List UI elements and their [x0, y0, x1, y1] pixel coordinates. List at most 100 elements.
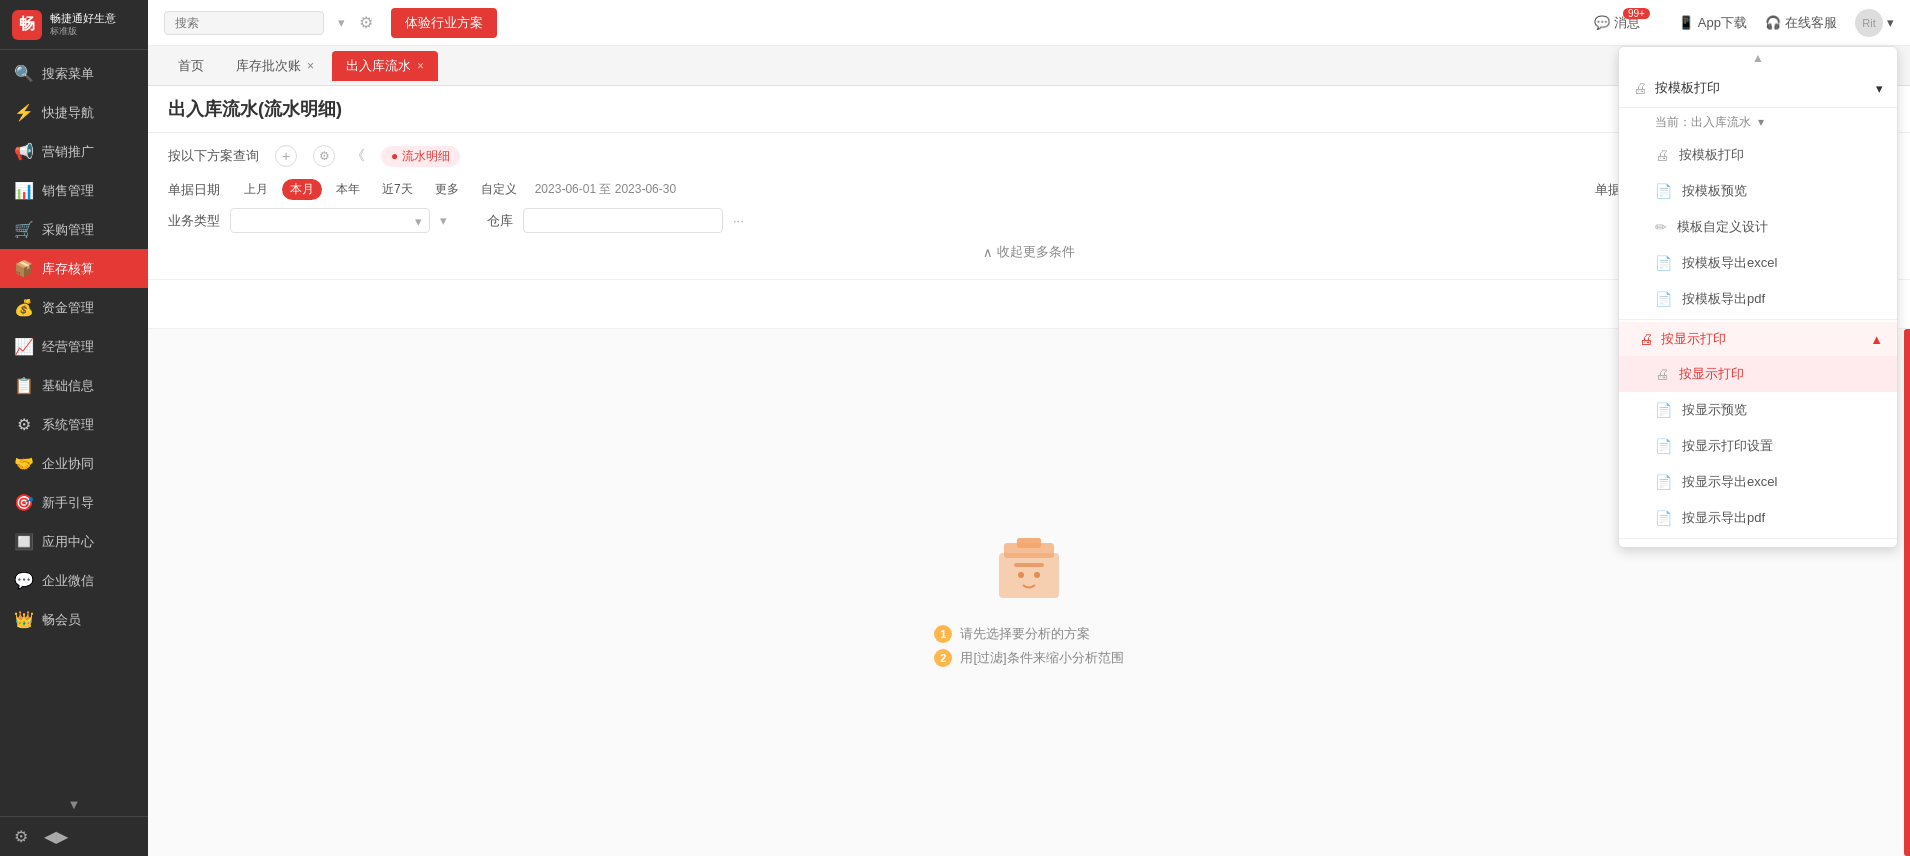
- dropdown-item-template-preview[interactable]: 📄 按模板预览: [1619, 173, 1897, 209]
- topbar-search-input[interactable]: [164, 11, 324, 35]
- sidebar-item-search-menu[interactable]: 🔍 搜索菜单: [0, 54, 148, 93]
- industry-solution-button[interactable]: 体验行业方案: [391, 8, 497, 38]
- sales-icon: 📊: [14, 181, 34, 200]
- tab-flow-close[interactable]: ×: [417, 59, 424, 73]
- sidebar-item-basic-info[interactable]: 📋 基础信息: [0, 366, 148, 405]
- headset-icon: 🎧: [1765, 15, 1781, 30]
- marketing-icon: 📢: [14, 142, 34, 161]
- dropdown-item-template-export-excel[interactable]: 📄 按模板导出excel: [1619, 245, 1897, 281]
- app-center-icon: 🔲: [14, 532, 34, 551]
- finance-icon: 💰: [14, 298, 34, 317]
- page-title: 出入库流水(流水明细): [168, 97, 342, 121]
- user-avatar: Rit: [1855, 9, 1883, 37]
- empty-state: 1 请先选择要分析的方案 2 用[过滤]条件来缩小分析范围: [934, 513, 1123, 673]
- tab-batch[interactable]: 库存批次账 ×: [222, 51, 328, 81]
- sidebar-item-guide[interactable]: 🎯 新手引导: [0, 483, 148, 522]
- system-icon: ⚙: [14, 415, 34, 434]
- dropdown-item-template-export-pdf[interactable]: 📄 按模板导出pdf: [1619, 281, 1897, 317]
- topbar-user-avatar[interactable]: Rit ▾: [1855, 9, 1894, 37]
- filter-add-button[interactable]: +: [275, 145, 297, 167]
- sidebar-collapse-icon[interactable]: ◀▶: [44, 827, 68, 846]
- sidebar-item-purchase[interactable]: 🛒 采购管理: [0, 210, 148, 249]
- display-print-section-header[interactable]: 🖨 按显示打印 ▲: [1619, 322, 1897, 356]
- sidebar-item-sales[interactable]: 📊 销售管理: [0, 171, 148, 210]
- template-excel-icon: 📄: [1655, 255, 1672, 271]
- app-logo-icon: 畅: [12, 10, 42, 40]
- template-print-item-icon: 🖨: [1655, 147, 1669, 163]
- date-pill-this-year[interactable]: 本年: [328, 179, 368, 200]
- sidebar: 畅 畅捷通好生意 标准版 🔍 搜索菜单 ⚡ 快捷导航 📢 营销推广 📊 销售管理…: [0, 0, 148, 856]
- topbar-app-download[interactable]: 📱 App下载: [1678, 14, 1747, 32]
- sidebar-logo: 畅 畅捷通好生意 标准版: [0, 0, 148, 50]
- tab-home[interactable]: 首页: [164, 51, 218, 81]
- svg-rect-0: [999, 553, 1059, 598]
- sidebar-item-operations[interactable]: 📈 经营管理: [0, 327, 148, 366]
- dropdown-item-display-export-excel[interactable]: 📄 按显示导出excel: [1619, 464, 1897, 500]
- empty-step-2: 2 用[过滤]条件来缩小分析范围: [934, 649, 1123, 667]
- template-pdf-icon: 📄: [1655, 291, 1672, 307]
- date-label: 单据日期: [168, 181, 220, 199]
- warehouse-input[interactable]: [523, 208, 723, 233]
- template-preview-icon: 📄: [1655, 183, 1672, 199]
- display-excel-icon: 📄: [1655, 474, 1672, 490]
- main-area: ▾ ⚙ 体验行业方案 💬 消息 99+ 📱 App下载 🎧 在线客服 Rit ▾: [148, 0, 1910, 856]
- sidebar-item-app-center[interactable]: 🔲 应用中心: [0, 522, 148, 561]
- sidebar-settings-icon[interactable]: ⚙: [14, 827, 28, 846]
- dropdown-item-display-export-pdf[interactable]: 📄 按显示导出pdf: [1619, 500, 1897, 536]
- template-print-collapse-icon: ▾: [1876, 81, 1883, 96]
- date-pill-7days[interactable]: 近7天: [374, 179, 421, 200]
- content-area: 1 请先选择要分析的方案 2 用[过滤]条件来缩小分析范围 ▲ 🖨 按模板打印: [148, 329, 1910, 856]
- display-print-settings-icon: 📄: [1655, 438, 1672, 454]
- date-pill-custom[interactable]: 自定义: [473, 179, 525, 200]
- sidebar-item-finance[interactable]: 💰 资金管理: [0, 288, 148, 327]
- sidebar-item-marketing[interactable]: 📢 营销推广: [0, 132, 148, 171]
- dropdown-item-template-custom[interactable]: ✏ 模板自定义设计: [1619, 209, 1897, 245]
- sidebar-scroll-down[interactable]: ▼: [0, 793, 148, 816]
- warehouse-label: 仓库: [487, 212, 513, 230]
- empty-step-1: 1 请先选择要分析的方案: [934, 625, 1123, 643]
- sidebar-item-system[interactable]: ⚙ 系统管理: [0, 405, 148, 444]
- topbar-online-service[interactable]: 🎧 在线客服: [1765, 14, 1837, 32]
- dropdown-item-display-print[interactable]: 🖨 按显示打印: [1619, 356, 1897, 392]
- biz-type-select[interactable]: [230, 208, 430, 233]
- dropdown-item-display-print-settings[interactable]: 📄 按显示打印设置: [1619, 428, 1897, 464]
- topbar-gear-icon[interactable]: ⚙: [359, 13, 373, 32]
- print-dropdown-panel: ▲ 🖨 按模板打印 ▾ 当前：出入库流水 ▾ 🖨 按模板打: [1618, 46, 1898, 548]
- step-2-num: 2: [934, 649, 952, 667]
- svg-point-5: [1034, 572, 1040, 578]
- filter-collapse-button[interactable]: 《: [351, 147, 365, 165]
- printer-section-icon: 🖨: [1633, 80, 1647, 96]
- biz-type-label: 业务类型: [168, 212, 220, 230]
- right-sidebar-bar: [1904, 329, 1910, 856]
- empty-steps-list: 1 请先选择要分析的方案 2 用[过滤]条件来缩小分析范围: [934, 625, 1123, 673]
- default-settings-header[interactable]: ⚙ 设置默认功能 ▾: [1619, 541, 1897, 547]
- sidebar-item-wechat[interactable]: 💬 企业微信: [0, 561, 148, 600]
- sidebar-item-quick-nav[interactable]: ⚡ 快捷导航: [0, 93, 148, 132]
- biz-type-more-icon[interactable]: ▾: [440, 213, 447, 228]
- scroll-up-indicator[interactable]: ▲: [1619, 47, 1897, 69]
- tab-batch-close[interactable]: ×: [307, 59, 314, 73]
- active-filter-tag[interactable]: ● 流水明细: [381, 146, 460, 167]
- step-1-num: 1: [934, 625, 952, 643]
- sidebar-item-member[interactable]: 👑 畅会员: [0, 600, 148, 639]
- date-pill-this-month[interactable]: 本月: [282, 179, 322, 200]
- dropdown-divider-1: [1619, 319, 1897, 320]
- date-pill-last-month[interactable]: 上月: [236, 179, 276, 200]
- operations-icon: 📈: [14, 337, 34, 356]
- warehouse-more-icon[interactable]: ···: [733, 213, 744, 228]
- template-print-section-header[interactable]: 🖨 按模板打印 ▾: [1619, 69, 1897, 108]
- inventory-icon: 📦: [14, 259, 34, 278]
- phone-icon: 📱: [1678, 15, 1694, 30]
- sidebar-item-enterprise[interactable]: 🤝 企业协同: [0, 444, 148, 483]
- dropdown-item-display-preview[interactable]: 📄 按显示预览: [1619, 392, 1897, 428]
- topbar-message[interactable]: 💬 消息 99+: [1594, 14, 1640, 32]
- enterprise-icon: 🤝: [14, 454, 34, 473]
- member-icon: 👑: [14, 610, 34, 629]
- empty-illustration: [979, 513, 1079, 613]
- sidebar-item-inventory[interactable]: 📦 库存核算: [0, 249, 148, 288]
- dropdown-item-template-print[interactable]: 🖨 按模板打印: [1619, 137, 1897, 173]
- filter-settings-button[interactable]: ⚙: [313, 145, 335, 167]
- tab-flow[interactable]: 出入库流水 ×: [332, 51, 438, 81]
- date-pill-more[interactable]: 更多: [427, 179, 467, 200]
- topbar-search-arrow[interactable]: ▾: [338, 15, 345, 30]
